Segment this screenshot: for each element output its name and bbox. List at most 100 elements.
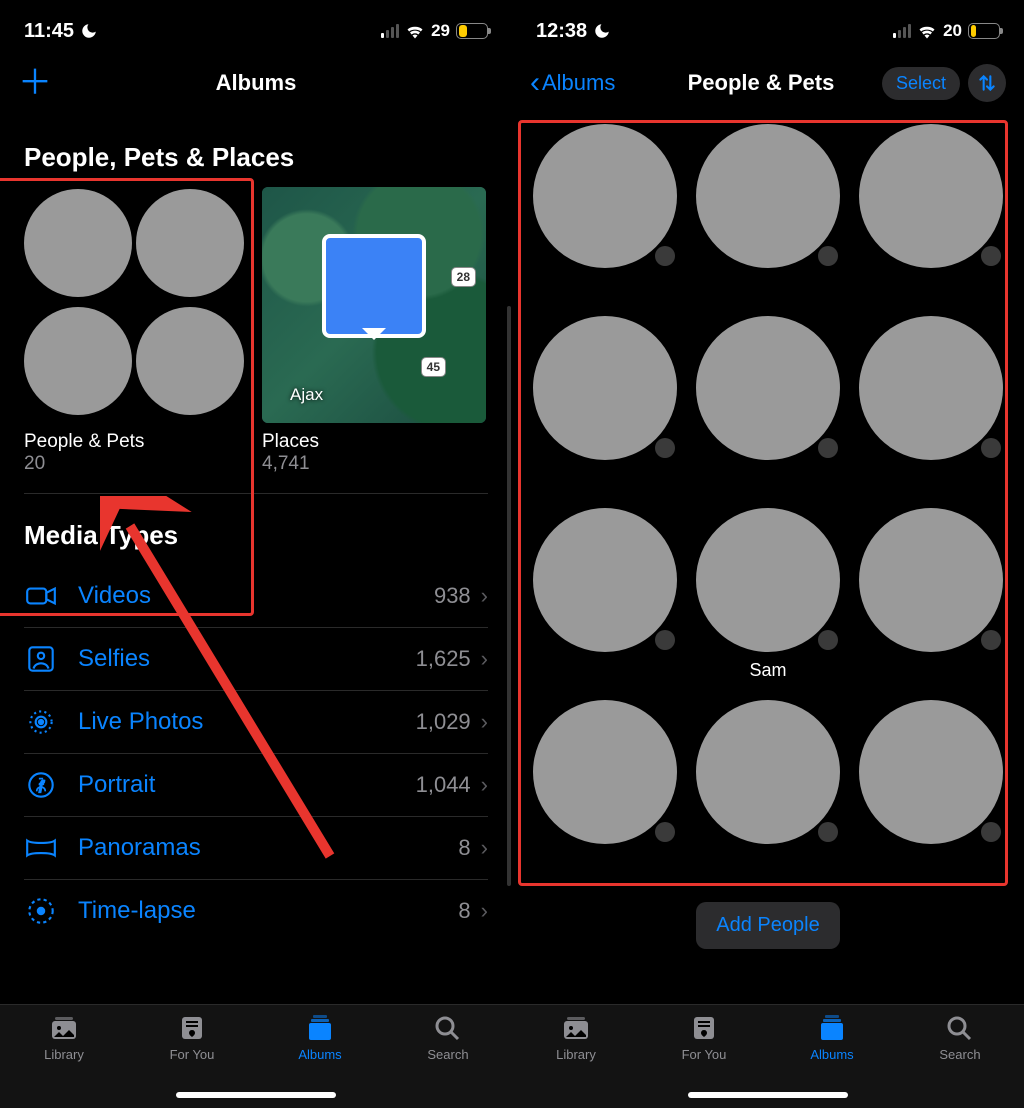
panorama-icon (24, 831, 58, 865)
map-pin-icon (322, 234, 426, 338)
foryou-icon (176, 1013, 208, 1043)
map-city-label: Ajax (290, 385, 323, 405)
people-grid: Sam (526, 116, 1010, 890)
sort-button[interactable] (968, 64, 1006, 102)
person-avatar (696, 508, 840, 652)
home-indicator[interactable] (688, 1092, 848, 1098)
album-name: People & Pets (24, 431, 248, 453)
media-type-label: Time-lapse (78, 897, 458, 925)
add-people-button[interactable]: Add People (696, 902, 839, 949)
nav-bar: ＋ Albums (0, 56, 512, 116)
chevron-right-icon: › (481, 583, 488, 609)
media-type-row[interactable]: Selfies1,625› (24, 628, 488, 691)
album-count: 20 (24, 453, 248, 475)
battery-icon (968, 23, 1000, 39)
albums-icon (816, 1013, 848, 1043)
media-type-count: 1,029 (416, 709, 471, 735)
nav-title: People & Pets (640, 70, 882, 96)
search-icon (432, 1013, 464, 1043)
livephoto-icon (24, 705, 58, 739)
person-cell[interactable]: Sam (693, 508, 844, 680)
media-types-list: Videos938›Selfies1,625›Live Photos1,029›… (24, 565, 488, 942)
album-name: Places (262, 431, 486, 453)
media-type-label: Selfies (78, 645, 416, 673)
nav-title: Albums (128, 70, 384, 96)
album-people-pets[interactable]: People & Pets 20 (24, 187, 248, 475)
do-not-disturb-icon (593, 22, 611, 40)
person-avatar (859, 700, 1003, 844)
tab-library[interactable]: Library (512, 1013, 640, 1108)
chevron-right-icon: › (481, 772, 488, 798)
back-button[interactable]: ‹ Albums (530, 68, 615, 98)
album-count: 4,741 (262, 453, 486, 475)
person-cell[interactable] (693, 700, 844, 872)
person-avatar (533, 316, 677, 460)
status-time: 12:38 (536, 20, 587, 43)
person-avatar (859, 508, 1003, 652)
road-badge: 45 (421, 357, 446, 377)
media-type-count: 1,044 (416, 772, 471, 798)
section-title-media-types: Media Types (24, 520, 488, 551)
battery-percent: 29 (431, 21, 450, 41)
foryou-icon (688, 1013, 720, 1043)
media-type-count: 938 (434, 583, 471, 609)
media-type-row[interactable]: Time-lapse8 › (24, 880, 488, 942)
section-title-people-pets-places: People, Pets & Places (24, 142, 488, 173)
selfie-icon (24, 642, 58, 676)
person-avatar (696, 316, 840, 460)
wifi-icon (917, 23, 937, 39)
person-cell[interactable] (855, 316, 1006, 488)
home-indicator[interactable] (176, 1092, 336, 1098)
person-cell[interactable] (855, 508, 1006, 680)
scrollbar[interactable] (507, 306, 511, 886)
person-cell[interactable] (855, 700, 1006, 872)
portrait-icon: f (24, 768, 58, 802)
sort-arrows-icon (977, 73, 997, 93)
battery-icon (456, 23, 488, 39)
do-not-disturb-icon (80, 22, 98, 40)
person-cell[interactable] (855, 124, 1006, 296)
select-button[interactable]: Select (882, 67, 960, 100)
library-icon (48, 1013, 80, 1043)
media-type-count: 8 (458, 835, 470, 861)
battery-percent: 20 (943, 21, 962, 41)
chevron-right-icon: › (481, 835, 488, 861)
tab-search[interactable]: Search (896, 1013, 1024, 1108)
chevron-left-icon: ‹ (530, 68, 540, 98)
media-type-row[interactable]: fPortrait1,044› (24, 754, 488, 817)
person-cell[interactable] (693, 316, 844, 488)
person-cell[interactable] (693, 124, 844, 296)
phone-people-pets-screen: 12:38 20 ‹ Albums People & Pets Select S… (512, 0, 1024, 1108)
person-cell[interactable] (530, 316, 681, 488)
cellular-icon (893, 24, 911, 38)
search-icon (944, 1013, 976, 1043)
chevron-right-icon: › (481, 709, 488, 735)
media-type-row[interactable]: Panoramas8 › (24, 817, 488, 880)
add-album-button[interactable]: ＋ (18, 66, 52, 100)
library-icon (560, 1013, 592, 1043)
cellular-icon (381, 24, 399, 38)
status-bar: 11:45 29 (0, 0, 512, 56)
timelapse-icon (24, 894, 58, 928)
person-name: Sam (749, 660, 786, 680)
album-places[interactable]: 28 45 Ajax Places 4,741 (262, 187, 486, 475)
phone-albums-screen: 11:45 29 ＋ Albums People, Pets & Places … (0, 0, 512, 1108)
media-type-label: Videos (78, 582, 434, 610)
person-avatar (533, 124, 677, 268)
albums-icon (304, 1013, 336, 1043)
media-type-label: Panoramas (78, 834, 458, 862)
tab-search[interactable]: Search (384, 1013, 512, 1108)
media-type-count: 8 (458, 898, 470, 924)
person-cell[interactable] (530, 124, 681, 296)
road-badge: 28 (451, 267, 476, 287)
person-cell[interactable] (530, 700, 681, 872)
person-avatar (696, 700, 840, 844)
person-avatar (859, 124, 1003, 268)
wifi-icon (405, 23, 425, 39)
tab-library[interactable]: Library (0, 1013, 128, 1108)
media-type-row[interactable]: Videos938 › (24, 565, 488, 628)
chevron-right-icon: › (481, 898, 488, 924)
media-type-row[interactable]: Live Photos1,029› (24, 691, 488, 754)
person-cell[interactable] (530, 508, 681, 680)
person-avatar (859, 316, 1003, 460)
